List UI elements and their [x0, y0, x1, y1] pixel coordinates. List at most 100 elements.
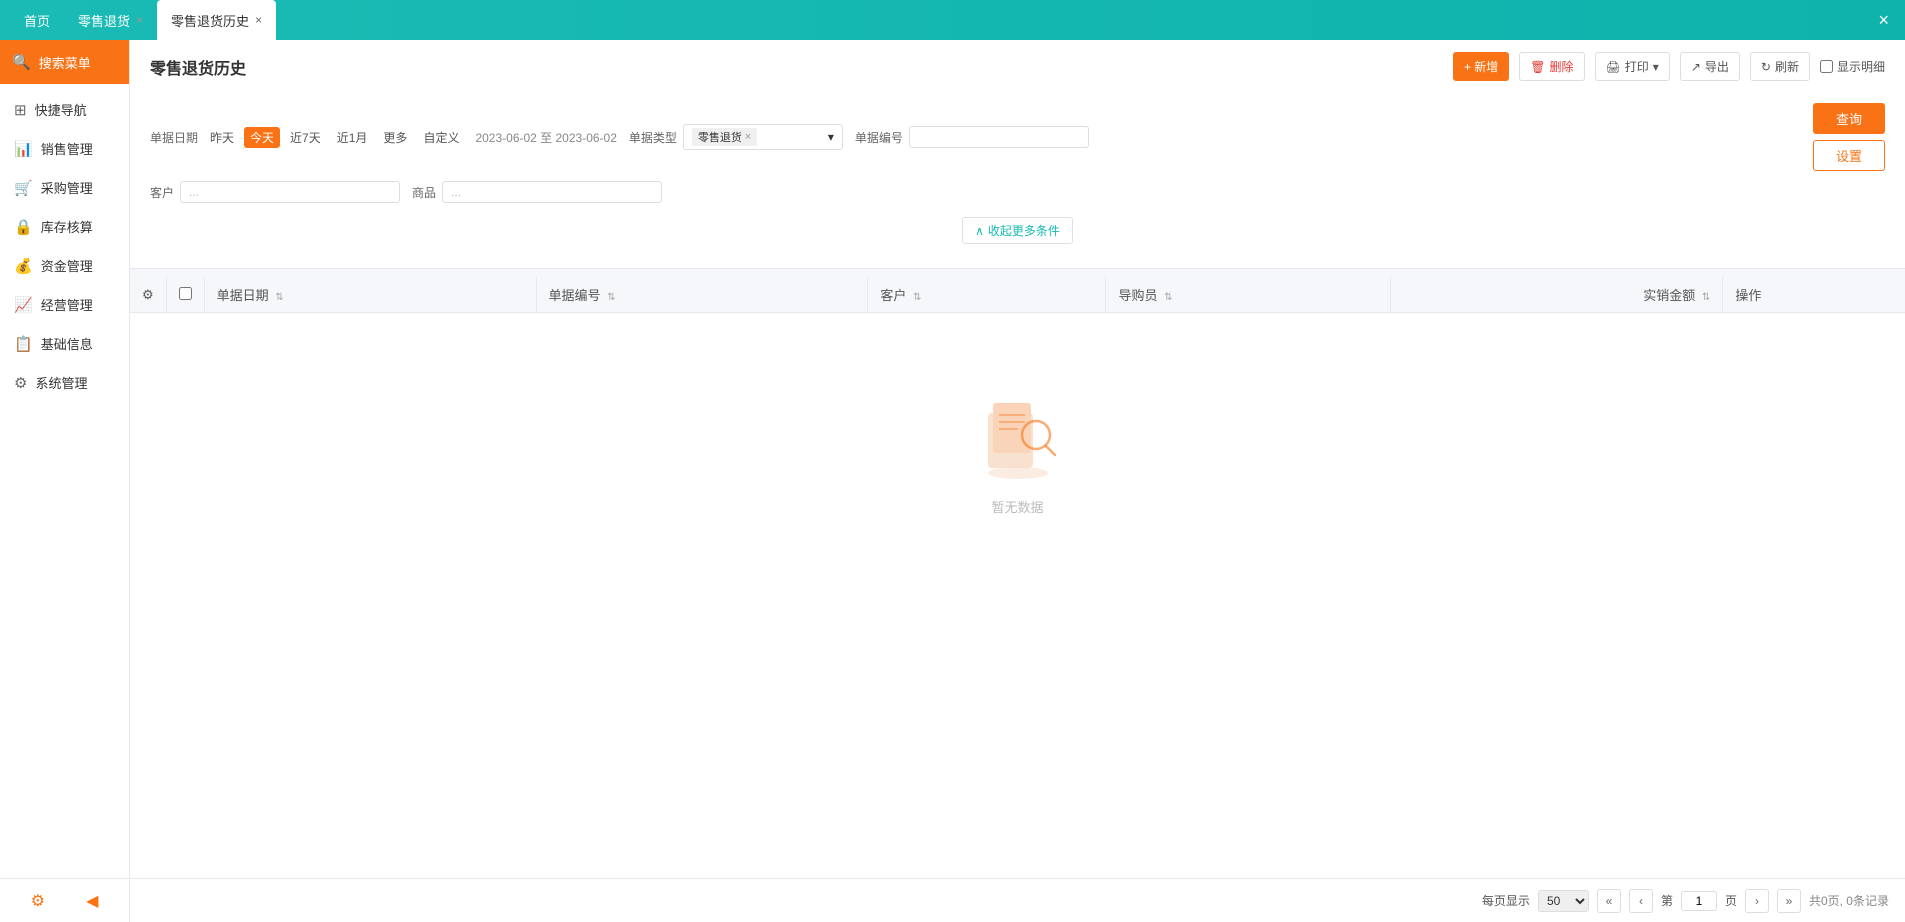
table-header: ⚙ 单据日期 ⇅ 单据编号 ⇅: [130, 277, 1905, 313]
date-last7[interactable]: 近7天: [284, 127, 327, 148]
sidebar-search-label: 搜索菜单: [39, 53, 91, 72]
th-settings[interactable]: ⚙: [130, 277, 166, 313]
sidebar-nav: ⊞ 快捷导航 📊 销售管理 🛒 采购管理 🔒 库存核算 💰 资金管理 📈: [0, 84, 129, 878]
date-yesterday[interactable]: 昨天: [204, 127, 240, 148]
th-amount[interactable]: 实销金额 ⇅: [1391, 277, 1723, 313]
export-button[interactable]: ↗ 导出: [1680, 52, 1740, 81]
empty-state: 暂无数据: [130, 313, 1905, 596]
sidebar-search[interactable]: 🔍 搜索菜单: [0, 40, 129, 84]
tab-retail-return[interactable]: 零售退货 ×: [64, 0, 157, 40]
refresh-icon: ↻: [1761, 60, 1771, 74]
date-more[interactable]: 更多: [377, 127, 413, 148]
tab-close-retail-return[interactable]: ×: [136, 13, 143, 27]
sidebar-item-label: 基础信息: [41, 334, 93, 353]
doc-type-tag: 零售退货 ×: [692, 128, 757, 146]
doc-no-filter: 单据编号: [855, 126, 1089, 148]
page-input[interactable]: [1681, 891, 1717, 911]
show-detail-checkbox[interactable]: 显示明细: [1820, 58, 1885, 75]
sort-icon-amount: ⇅: [1702, 292, 1710, 303]
collapse-sidebar-icon[interactable]: ◀: [86, 891, 98, 911]
sidebar-item-system[interactable]: ⚙ 系统管理: [0, 363, 129, 402]
pagination-bar: 每页显示 50 10 20 100 « ‹ 第 页 › » 共0页, 0条记录: [130, 878, 1905, 922]
sidebar-item-operations[interactable]: 📈 经营管理: [0, 285, 129, 324]
date-custom[interactable]: 自定义: [417, 127, 465, 148]
sidebar-bottom: ⚙ ◀: [0, 878, 129, 922]
print-dropdown-icon: ▾: [1653, 60, 1659, 74]
doc-no-input[interactable]: [909, 126, 1089, 148]
date-filter-label: 单据日期: [150, 129, 198, 146]
purchase-icon: 🛒: [14, 179, 33, 197]
sidebar-item-purchase[interactable]: 🛒 采购管理: [0, 168, 129, 207]
page-suffix: 页: [1725, 892, 1737, 909]
goods-input[interactable]: [442, 181, 662, 203]
toolbar: + 新增 🗑 删除 🖨 打印 ▾ ↗ 导出 ↻: [1453, 52, 1885, 81]
settings-icon[interactable]: ⚙: [31, 891, 45, 911]
delete-button[interactable]: 🗑 删除: [1519, 52, 1584, 81]
date-last1m[interactable]: 近1月: [331, 127, 374, 148]
search-icon: 🔍: [12, 53, 31, 71]
table-body: 暂无数据: [130, 313, 1905, 597]
th-customer[interactable]: 客户 ⇅: [868, 277, 1106, 313]
print-button[interactable]: 🖨 打印 ▾: [1595, 52, 1670, 81]
sidebar: 🔍 搜索菜单 ⊞ 快捷导航 📊 销售管理 🛒 采购管理 🔒 库存核算 💰: [0, 40, 130, 922]
th-guide[interactable]: 导购员 ⇅: [1106, 277, 1391, 313]
date-filter: 单据日期 昨天 今天 近7天 近1月 更多 自定义 2023-06-02 至 2…: [150, 127, 617, 148]
sidebar-item-label: 资金管理: [41, 256, 93, 275]
top-bar: 首页 零售退货 × 零售退货历史 × ×: [0, 0, 1905, 40]
sidebar-item-label: 快捷导航: [35, 100, 87, 119]
select-all-checkbox[interactable]: [179, 287, 192, 300]
settings-icon: ⚙: [142, 287, 154, 302]
sidebar-item-quick-nav[interactable]: ⊞ 快捷导航: [0, 90, 129, 129]
sort-icon-doc-no: ⇅: [607, 292, 615, 303]
sidebar-item-sales[interactable]: 📊 销售管理: [0, 129, 129, 168]
page-prev-btn[interactable]: ‹: [1629, 889, 1653, 913]
new-button[interactable]: + 新增: [1453, 52, 1509, 81]
window-close-btn[interactable]: ×: [1872, 10, 1895, 31]
show-detail-input[interactable]: [1820, 60, 1833, 73]
th-doc-date[interactable]: 单据日期 ⇅: [204, 277, 536, 313]
doc-type-select[interactable]: 零售退货 × ▾: [683, 124, 843, 150]
filter-area: 单据日期 昨天 今天 近7天 近1月 更多 自定义 2023-06-02 至 2…: [150, 93, 1885, 268]
export-icon: ↗: [1691, 60, 1701, 74]
customer-label: 客户: [150, 184, 174, 201]
filter-row-1: 单据日期 昨天 今天 近7天 近1月 更多 自定义 2023-06-02 至 2…: [150, 103, 1885, 171]
tab-home[interactable]: 首页: [10, 0, 64, 40]
doc-type-tag-close[interactable]: ×: [745, 131, 751, 143]
total-info: 共0页, 0条记录: [1809, 892, 1889, 909]
date-range-text: 2023-06-02 至 2023-06-02: [475, 129, 616, 146]
collapse-filter-button[interactable]: ∧ 收起更多条件: [962, 217, 1073, 244]
page-first-btn[interactable]: «: [1597, 889, 1621, 913]
date-today[interactable]: 今天: [244, 127, 280, 148]
th-doc-no[interactable]: 单据编号 ⇅: [536, 277, 868, 313]
th-checkbox[interactable]: [166, 277, 204, 313]
sidebar-item-inventory[interactable]: 🔒 库存核算: [0, 207, 129, 246]
per-page-select[interactable]: 50 10 20 100: [1538, 890, 1589, 912]
filter-settings-button[interactable]: 设置: [1813, 140, 1885, 171]
tab-close-retail-return-history[interactable]: ×: [255, 13, 262, 27]
sales-icon: 📊: [14, 140, 33, 158]
doc-type-filter: 单据类型 零售退货 × ▾: [629, 124, 843, 150]
doc-type-dropdown-icon: ▾: [828, 130, 834, 144]
doc-type-label: 单据类型: [629, 129, 677, 146]
sidebar-item-label: 经营管理: [41, 295, 93, 314]
per-page-label: 每页显示: [1482, 892, 1530, 909]
sidebar-item-label: 采购管理: [41, 178, 93, 197]
sidebar-item-basic[interactable]: 📋 基础信息: [0, 324, 129, 363]
main-layout: 🔍 搜索菜单 ⊞ 快捷导航 📊 销售管理 🛒 采购管理 🔒 库存核算 💰: [0, 40, 1905, 922]
tab-retail-return-history[interactable]: 零售退货历史 ×: [157, 0, 276, 40]
finance-icon: 💰: [14, 257, 33, 275]
goods-filter: 商品: [412, 181, 662, 203]
sort-icon-guide: ⇅: [1164, 292, 1172, 303]
page-header: 零售退货历史 + 新增 🗑 删除 🖨 打印 ▾ ↗ 导出: [130, 40, 1905, 269]
sort-icon-doc-date: ⇅: [275, 292, 283, 303]
customer-input[interactable]: [180, 181, 400, 203]
print-icon: 🖨: [1606, 60, 1621, 74]
customer-filter: 客户: [150, 181, 400, 203]
page-last-btn[interactable]: »: [1777, 889, 1801, 913]
page-next-btn[interactable]: ›: [1745, 889, 1769, 913]
sidebar-item-finance[interactable]: 💰 资金管理: [0, 246, 129, 285]
action-btn-group: 查询 设置: [1813, 103, 1885, 171]
refresh-button[interactable]: ↻ 刷新: [1750, 52, 1810, 81]
empty-text: 暂无数据: [991, 497, 1043, 516]
query-button[interactable]: 查询: [1813, 103, 1885, 134]
